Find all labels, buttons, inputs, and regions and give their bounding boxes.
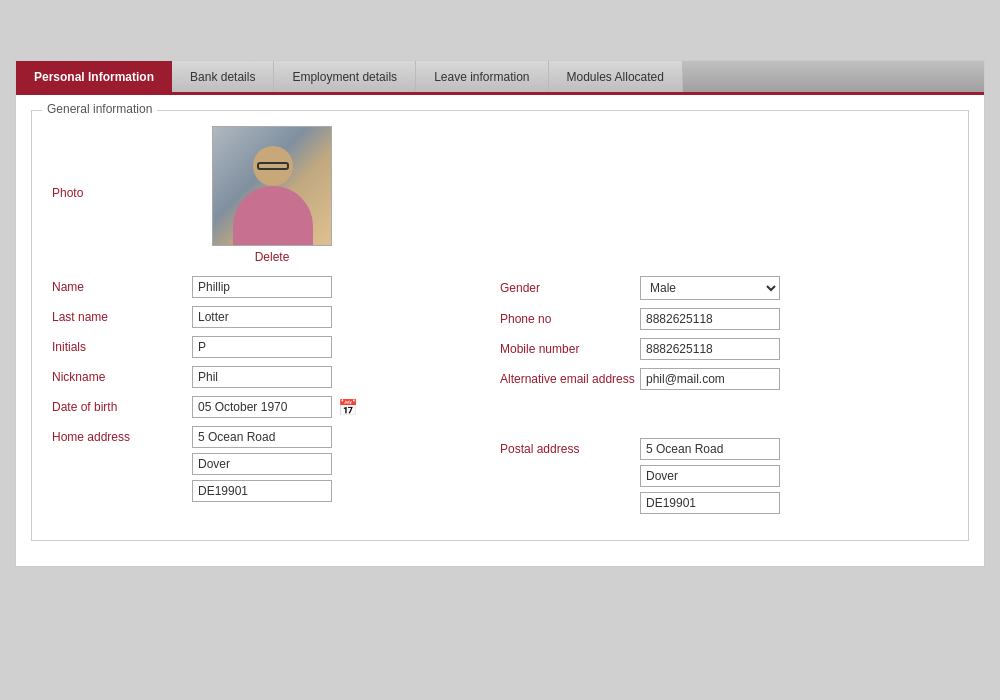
nickname-row: Nickname	[52, 366, 460, 388]
tab-employment-details[interactable]: Employment details	[274, 61, 416, 92]
initials-label: Initials	[52, 340, 192, 354]
alt-email-input[interactable]	[640, 368, 780, 390]
person-body	[233, 186, 313, 246]
tab-bar: Personal Information Bank details Employ…	[16, 61, 984, 95]
alt-email-label: Alternative email address	[500, 372, 640, 386]
gender-label: Gender	[500, 281, 640, 295]
photo-placeholder	[213, 126, 331, 246]
postal-address-line3[interactable]	[640, 492, 780, 514]
mobile-label: Mobile number	[500, 342, 640, 356]
dob-input[interactable]	[192, 396, 332, 418]
photo-label: Photo	[52, 126, 212, 200]
postal-address-line1[interactable]	[640, 438, 780, 460]
form-col-right: Gender Male Female Other Phone no	[500, 276, 948, 520]
last-name-input[interactable]	[192, 306, 332, 328]
name-row: Name	[52, 276, 460, 298]
home-address-line3[interactable]	[192, 480, 332, 502]
phone-label: Phone no	[500, 312, 640, 326]
home-address-label: Home address	[52, 426, 192, 444]
tab-bank-details[interactable]: Bank details	[172, 61, 274, 92]
last-name-row: Last name	[52, 306, 460, 328]
section-title: General information	[42, 102, 157, 116]
photo-area: Delete	[212, 126, 332, 264]
home-address-row: Home address	[52, 426, 460, 502]
home-address-line1[interactable]	[192, 426, 332, 448]
postal-address-row: Postal address	[500, 438, 908, 514]
gender-row: Gender Male Female Other	[500, 276, 908, 300]
home-address-inputs	[192, 426, 332, 502]
alt-email-row: Alternative email address	[500, 368, 908, 390]
nickname-label: Nickname	[52, 370, 192, 384]
content-area: General information Photo	[16, 95, 984, 566]
phone-input[interactable]	[640, 308, 780, 330]
app-container: Personal Information Bank details Employ…	[0, 0, 1000, 700]
tab-leave-information[interactable]: Leave information	[416, 61, 548, 92]
postal-address-line2[interactable]	[640, 465, 780, 487]
tab-personal-info[interactable]: Personal Information	[16, 61, 172, 92]
postal-address-inputs	[640, 438, 780, 514]
spacer	[500, 398, 908, 430]
nickname-input[interactable]	[192, 366, 332, 388]
initials-input[interactable]	[192, 336, 332, 358]
mobile-input[interactable]	[640, 338, 780, 360]
home-address-line2[interactable]	[192, 453, 332, 475]
photo-row: Photo Delete	[52, 126, 948, 264]
delete-photo-button[interactable]: Delete	[255, 250, 290, 264]
last-name-label: Last name	[52, 310, 192, 324]
general-info-section: General information Photo	[31, 110, 969, 541]
dob-label: Date of birth	[52, 400, 192, 414]
calendar-icon[interactable]: 📅	[338, 398, 358, 417]
phone-row: Phone no	[500, 308, 908, 330]
name-input[interactable]	[192, 276, 332, 298]
initials-row: Initials	[52, 336, 460, 358]
dob-row: Date of birth 📅	[52, 396, 460, 418]
mobile-row: Mobile number	[500, 338, 908, 360]
main-content: Personal Information Bank details Employ…	[15, 60, 985, 567]
glasses-icon	[257, 162, 289, 170]
form-section: Name Last name Initials Nickname	[52, 276, 948, 520]
tab-modules-allocated[interactable]: Modules Allocated	[549, 61, 683, 92]
name-label: Name	[52, 280, 192, 294]
gender-select[interactable]: Male Female Other	[640, 276, 780, 300]
photo-frame	[212, 126, 332, 246]
postal-address-label: Postal address	[500, 438, 640, 456]
form-col-left: Name Last name Initials Nickname	[52, 276, 500, 520]
